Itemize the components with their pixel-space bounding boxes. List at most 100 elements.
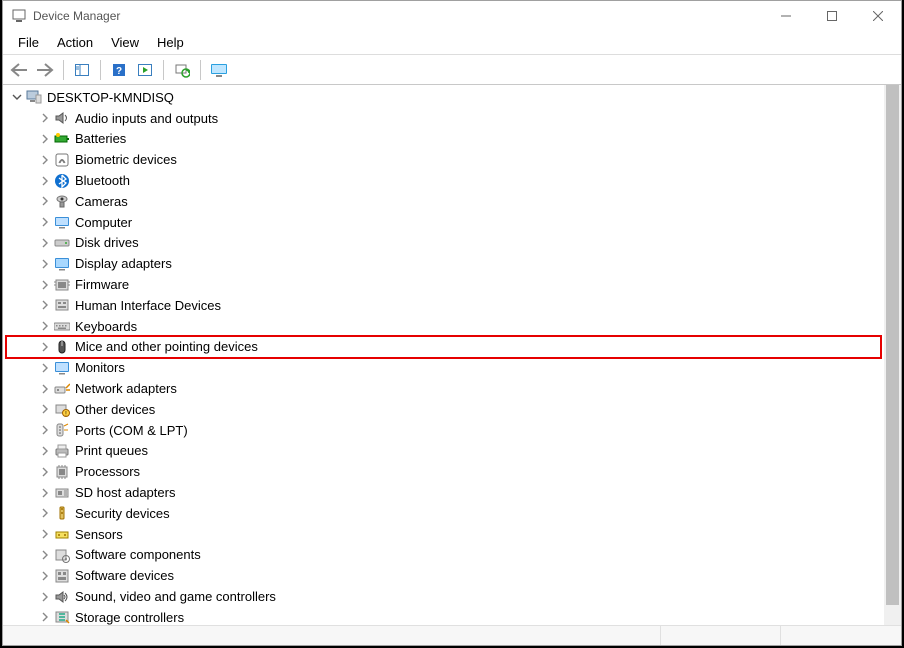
caret-right-icon[interactable]: [37, 485, 53, 501]
tree-item[interactable]: Biometric devices: [3, 149, 884, 170]
tree-item[interactable]: Display adapters: [3, 253, 884, 274]
tree-item[interactable]: Monitors: [3, 357, 884, 378]
caret-right-icon[interactable]: [37, 110, 53, 126]
tree-item-label: Network adapters: [75, 381, 177, 396]
tree-item[interactable]: Firmware: [3, 274, 884, 295]
tree-item-label: Bluetooth: [75, 173, 130, 188]
tree-item[interactable]: Cameras: [3, 191, 884, 212]
tree-item-label: Human Interface Devices: [75, 298, 221, 313]
help-button[interactable]: ?: [107, 58, 131, 82]
caret-right-icon[interactable]: [37, 422, 53, 438]
monitor-button[interactable]: [207, 58, 231, 82]
caret-right-icon[interactable]: [37, 381, 53, 397]
caret-right-icon[interactable]: [37, 339, 53, 355]
caret-right-icon[interactable]: [37, 277, 53, 293]
tree-item[interactable]: Computer: [3, 212, 884, 233]
minimize-button[interactable]: [763, 1, 809, 31]
tree-item-label: Monitors: [75, 360, 125, 375]
tree-item[interactable]: Software devices: [3, 565, 884, 586]
svg-text:?: ?: [116, 66, 122, 77]
tree-item[interactable]: Disk drives: [3, 233, 884, 254]
tree-item[interactable]: Bluetooth: [3, 170, 884, 191]
caret-right-icon[interactable]: [37, 360, 53, 376]
close-button[interactable]: [855, 1, 901, 31]
menu-view[interactable]: View: [102, 33, 148, 52]
forward-button[interactable]: [33, 58, 57, 82]
tree-item[interactable]: Ports (COM & LPT): [3, 420, 884, 441]
caret-right-icon[interactable]: [37, 568, 53, 584]
statusbar: [3, 625, 901, 645]
caret-right-icon[interactable]: [37, 547, 53, 563]
tree-item[interactable]: Sound, video and game controllers: [3, 586, 884, 607]
caret-right-icon[interactable]: [37, 505, 53, 521]
sound-icon: [53, 589, 71, 605]
show-hide-console-tree-button[interactable]: [70, 58, 94, 82]
tree-item-label: Audio inputs and outputs: [75, 111, 218, 126]
tree-item-label: Sound, video and game controllers: [75, 589, 276, 604]
vertical-scrollbar[interactable]: [884, 85, 901, 625]
device-tree[interactable]: DESKTOP-KMNDISQ Audio inputs and outputs…: [3, 87, 884, 625]
network-icon: [53, 381, 71, 397]
tree-item[interactable]: Audio inputs and outputs: [3, 108, 884, 129]
caret-right-icon[interactable]: [37, 297, 53, 313]
hid-icon: [53, 297, 71, 313]
scrollbar-thumb[interactable]: [886, 85, 899, 605]
tree-item[interactable]: Storage controllers: [3, 607, 884, 625]
toolbar-separator: [100, 60, 101, 80]
scan-hardware-button[interactable]: [170, 58, 194, 82]
tree-item-label: Software devices: [75, 568, 174, 583]
tree-item[interactable]: Mice and other pointing devices: [3, 337, 884, 358]
tree-item-label: Other devices: [75, 402, 155, 417]
menu-help[interactable]: Help: [148, 33, 193, 52]
tree-item-label: SD host adapters: [75, 485, 175, 500]
tree-item-label: Ports (COM & LPT): [75, 423, 188, 438]
caret-right-icon[interactable]: [37, 173, 53, 189]
tree-item[interactable]: Human Interface Devices: [3, 295, 884, 316]
monitor-icon: [53, 360, 71, 376]
display-icon: [53, 256, 71, 272]
tree-item[interactable]: SD host adapters: [3, 482, 884, 503]
maximize-button[interactable]: [809, 1, 855, 31]
camera-icon: [53, 193, 71, 209]
back-button[interactable]: [7, 58, 31, 82]
menubar: File Action View Help: [3, 31, 901, 55]
action-button[interactable]: [133, 58, 157, 82]
fingerprint-icon: [53, 152, 71, 168]
tree-item[interactable]: Keyboards: [3, 316, 884, 337]
caret-right-icon[interactable]: [37, 464, 53, 480]
caret-right-icon[interactable]: [37, 589, 53, 605]
tree-item[interactable]: Software components: [3, 545, 884, 566]
caret-right-icon[interactable]: [37, 131, 53, 147]
caret-right-icon[interactable]: [37, 609, 53, 625]
toolbar-separator: [63, 60, 64, 80]
caret-right-icon[interactable]: [37, 256, 53, 272]
tree-item[interactable]: Sensors: [3, 524, 884, 545]
menu-action[interactable]: Action: [48, 33, 102, 52]
caret-right-icon[interactable]: [37, 193, 53, 209]
caret-right-icon[interactable]: [37, 152, 53, 168]
caret-right-icon[interactable]: [37, 318, 53, 334]
titlebar[interactable]: Device Manager: [3, 1, 901, 31]
tree-item[interactable]: Processors: [3, 461, 884, 482]
caret-right-icon[interactable]: [37, 235, 53, 251]
caret-right-icon[interactable]: [37, 401, 53, 417]
disk-icon: [53, 235, 71, 251]
tree-item[interactable]: Security devices: [3, 503, 884, 524]
tree-item-label: Storage controllers: [75, 610, 184, 625]
cpu-icon: [53, 464, 71, 480]
menu-file[interactable]: File: [9, 33, 48, 52]
tree-item[interactable]: ! Other devices: [3, 399, 884, 420]
caret-right-icon[interactable]: [37, 214, 53, 230]
caret-down-icon[interactable]: [9, 89, 25, 105]
bluetooth-icon: [53, 173, 71, 189]
caret-right-icon[interactable]: [37, 443, 53, 459]
tree-item-label: Batteries: [75, 131, 126, 146]
tree-item[interactable]: Print queues: [3, 441, 884, 462]
tree-item-label: Firmware: [75, 277, 129, 292]
tree-item[interactable]: Network adapters: [3, 378, 884, 399]
tree-item[interactable]: Batteries: [3, 129, 884, 150]
mouse-icon: [53, 339, 71, 355]
printer-icon: [53, 443, 71, 459]
tree-root[interactable]: DESKTOP-KMNDISQ: [3, 87, 884, 108]
caret-right-icon[interactable]: [37, 526, 53, 542]
